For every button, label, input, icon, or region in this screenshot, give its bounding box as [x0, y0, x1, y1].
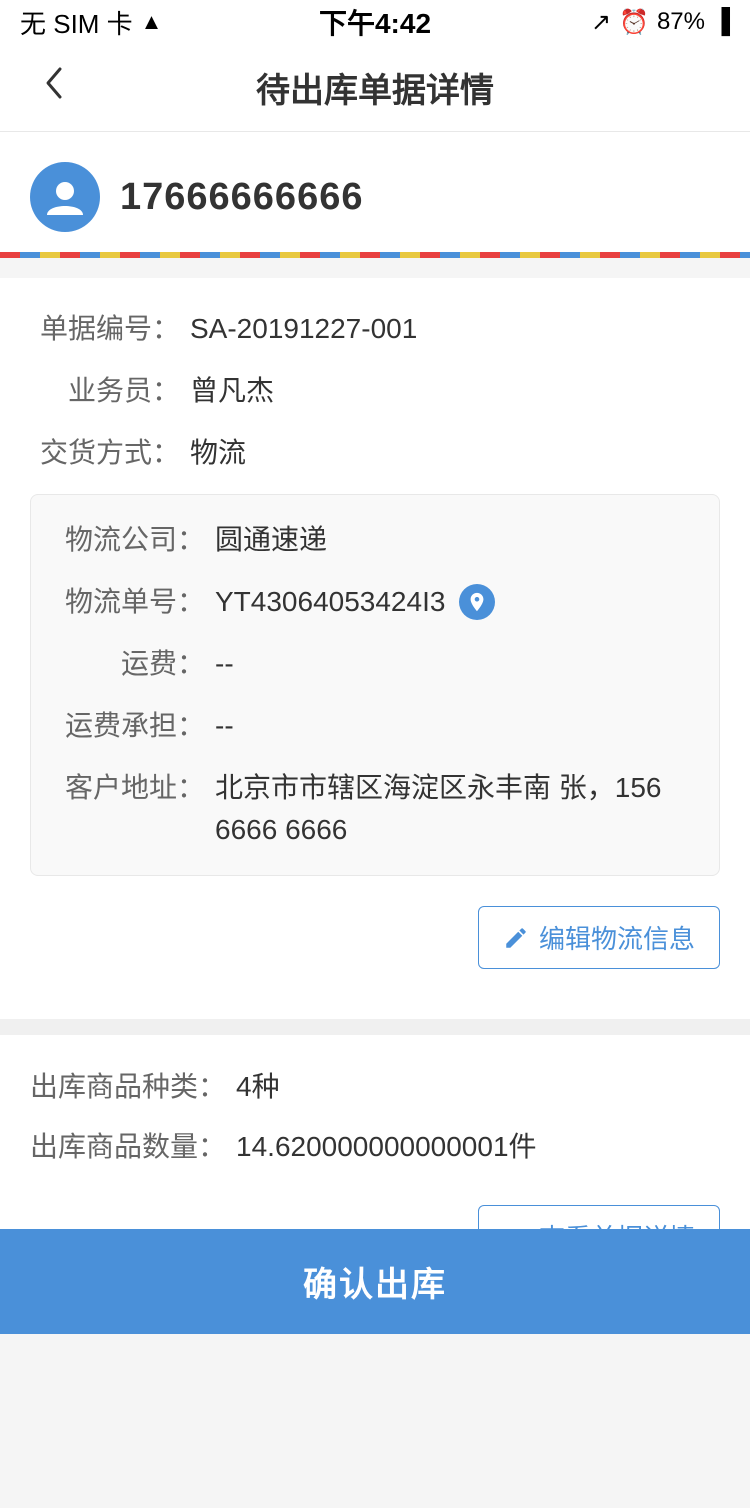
- battery-label: 87%: [657, 8, 705, 36]
- delivery-label: 交货方式：: [30, 432, 190, 474]
- goods-type-value: 4种: [236, 1065, 720, 1105]
- status-right: ↗ ⏰ 87% ▐: [591, 8, 730, 37]
- nav-bar: 待出库单据详情: [0, 44, 750, 132]
- order-info-section: 单据编号： SA-20191227-001 业务员： 曾凡杰 交货方式： 物流 …: [0, 278, 750, 1019]
- back-button[interactable]: [30, 51, 78, 124]
- salesperson-label: 业务员：: [30, 370, 190, 412]
- wifi-icon: ▲: [141, 9, 163, 35]
- customer-header: 17666666666: [0, 132, 750, 252]
- goods-quantity-value: 14.620000000000001件: [236, 1125, 720, 1165]
- logistics-company-value: 圆通速递: [215, 519, 695, 561]
- salesperson-value: 曾凡杰: [190, 370, 720, 412]
- section-divider: [0, 1019, 750, 1035]
- customer-phone: 17666666666: [120, 176, 363, 219]
- status-bar: 无 SIM 卡 ▲ 下午4:42 ↗ ⏰ 87% ▐: [0, 0, 750, 44]
- logistics-tracking-row: 物流单号： YT43064053424I3: [55, 581, 695, 623]
- track-location-button[interactable]: [459, 584, 495, 620]
- page-title: 待出库单据详情: [256, 63, 494, 112]
- confirm-outbound-label: 确认出库: [303, 1266, 447, 1304]
- goods-quantity-label: 出库商品数量：: [30, 1125, 236, 1165]
- dashed-divider: [0, 252, 750, 258]
- freight-bear-row: 运费承担： --: [55, 705, 695, 747]
- location-icon: ↗: [591, 8, 611, 37]
- goods-type-label: 出库商品种类：: [30, 1065, 236, 1105]
- carrier-label: 无 SIM 卡: [20, 4, 133, 41]
- freight-bear-label: 运费承担：: [55, 705, 215, 747]
- edit-btn-row: 编辑物流信息: [30, 896, 720, 989]
- freight-bear-value: --: [215, 705, 695, 747]
- order-number-value: SA-20191227-001: [190, 308, 720, 350]
- logistics-tracking-label: 物流单号：: [55, 581, 215, 623]
- freight-label: 运费：: [55, 643, 215, 685]
- avatar: [30, 162, 100, 232]
- edit-logistics-button[interactable]: 编辑物流信息: [478, 906, 720, 969]
- goods-type-row: 出库商品种类： 4种: [30, 1065, 720, 1105]
- freight-row: 运费： --: [55, 643, 695, 685]
- delivery-row: 交货方式： 物流: [30, 432, 720, 474]
- logistics-tracking-value: YT43064053424I3: [215, 581, 695, 623]
- address-value: 北京市市辖区海淀区永丰南 张，156 6666 6666: [215, 767, 695, 851]
- battery-icon: ▐: [713, 8, 730, 36]
- logistics-company-label: 物流公司：: [55, 519, 215, 561]
- status-time: 下午4:42: [319, 2, 431, 42]
- status-left: 无 SIM 卡 ▲: [20, 4, 162, 41]
- confirm-outbound-button[interactable]: 确认出库: [0, 1229, 750, 1334]
- delivery-value: 物流: [190, 432, 720, 474]
- address-row: 客户地址： 北京市市辖区海淀区永丰南 张，156 6666 6666: [55, 767, 695, 851]
- logistics-card: 物流公司： 圆通速递 物流单号： YT43064053424I3 运费：: [30, 494, 720, 876]
- address-label: 客户地址：: [55, 767, 215, 809]
- goods-quantity-row: 出库商品数量： 14.620000000000001件: [30, 1125, 720, 1165]
- order-number-row: 单据编号： SA-20191227-001: [30, 308, 720, 350]
- salesperson-row: 业务员： 曾凡杰: [30, 370, 720, 412]
- freight-value: --: [215, 643, 695, 685]
- order-number-label: 单据编号：: [30, 308, 190, 350]
- logistics-company-row: 物流公司： 圆通速递: [55, 519, 695, 561]
- content-spacer: [0, 1308, 750, 1508]
- alarm-icon: ⏰: [619, 8, 649, 37]
